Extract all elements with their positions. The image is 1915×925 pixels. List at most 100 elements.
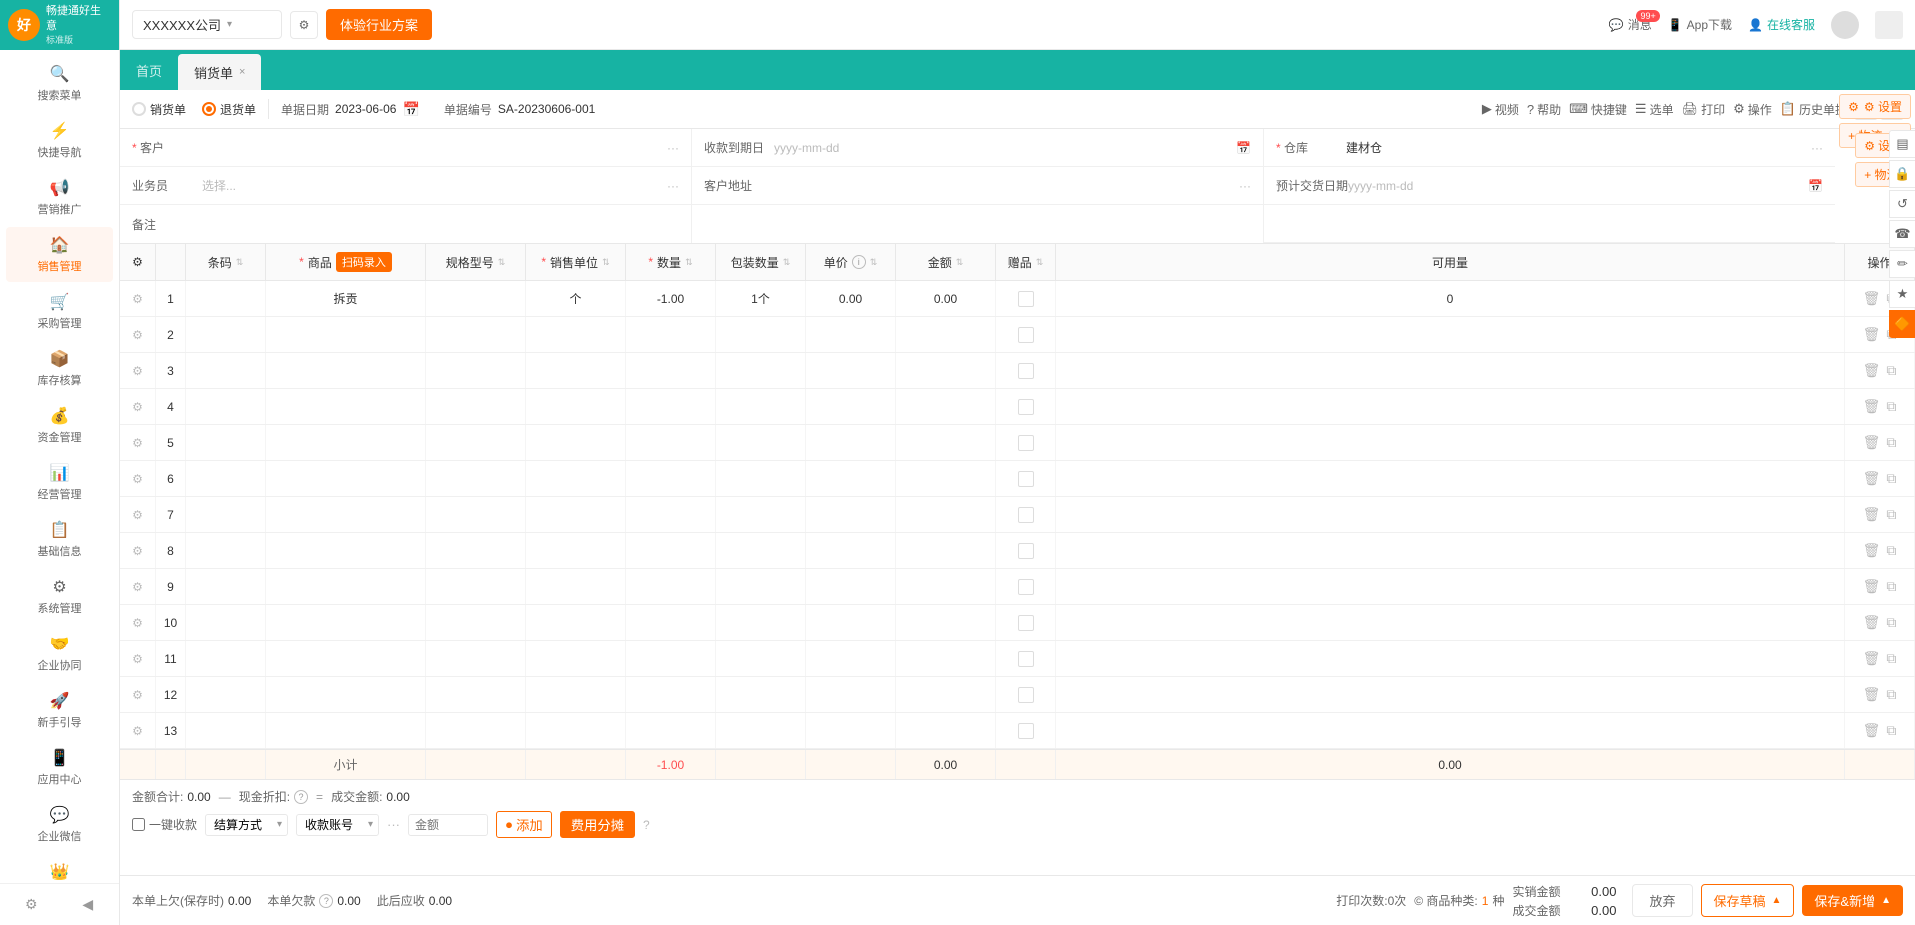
expected-date-input[interactable]: yyyy-mm-dd 📅: [1348, 179, 1823, 193]
fee-split-btn[interactable]: 费用分摊: [560, 811, 635, 838]
trial-button[interactable]: 体验行业方案: [326, 9, 432, 40]
row1-product[interactable]: 拆贡: [266, 281, 426, 316]
payment-amount-input[interactable]: [408, 814, 488, 836]
price-sort-icon[interactable]: ⇅: [870, 257, 878, 268]
qty-sort-icon[interactable]: ⇅: [685, 257, 693, 268]
panel-btn-5[interactable]: ✏: [1889, 250, 1915, 278]
save-new-button[interactable]: 保存&新增 ▲: [1802, 885, 1903, 916]
row2-pkgqty[interactable]: [716, 317, 806, 352]
one-click-pay-check[interactable]: 一键收款: [132, 816, 197, 833]
panel-btn-4[interactable]: ☎: [1889, 220, 1915, 248]
barcode-sort-icon[interactable]: ⇅: [236, 257, 244, 268]
choose-link[interactable]: ☰ 选单: [1635, 101, 1674, 118]
payment-calendar-icon[interactable]: 📅: [1236, 141, 1251, 155]
shortcut-link[interactable]: ⌨ 快捷键: [1569, 101, 1627, 118]
customer-addr-input[interactable]: ···: [774, 179, 1251, 193]
row2-spec[interactable]: [426, 317, 526, 352]
tab-close-icon[interactable]: ×: [239, 66, 245, 78]
row2-qty[interactable]: [626, 317, 716, 352]
row1-price[interactable]: 0.00: [806, 281, 896, 316]
sidebar-item-marketing[interactable]: 📢 营销推广: [6, 170, 113, 225]
panel-btn-2[interactable]: 🔒: [1889, 160, 1915, 188]
header-settings-btn[interactable]: ⚙: [290, 11, 318, 39]
price-info-icon[interactable]: i: [852, 255, 866, 269]
operate-link[interactable]: ⚙ 操作: [1733, 101, 1772, 118]
sidebar-item-member[interactable]: 👑 畅会员: [6, 854, 113, 883]
scan-btn[interactable]: 扫码录入: [336, 252, 392, 272]
addr-dots-icon[interactable]: ···: [1239, 179, 1251, 193]
fee-help-icon[interactable]: ?: [643, 818, 650, 832]
print-link[interactable]: 🖨 打印: [1682, 101, 1726, 118]
radio-return[interactable]: 退货单: [202, 101, 256, 118]
payment-method-select[interactable]: 结算方式: [205, 814, 288, 836]
salesperson-dots-icon[interactable]: ···: [667, 179, 679, 193]
row1-barcode[interactable]: [186, 281, 266, 316]
sidebar-item-enterprise[interactable]: 🤝 企业协同: [6, 626, 113, 681]
panel-btn-orange[interactable]: 🔶: [1889, 310, 1915, 338]
tab-sale-order[interactable]: 销货单 ×: [178, 54, 261, 90]
row1-gift[interactable]: [996, 281, 1056, 316]
row1-spec[interactable]: [426, 281, 526, 316]
panel-btn-6[interactable]: ★: [1889, 280, 1915, 308]
sidebar-item-appstore[interactable]: 📱 应用中心: [6, 740, 113, 795]
row1-pkgqty[interactable]: 1个: [716, 281, 806, 316]
user-avatar[interactable]: [1831, 11, 1859, 39]
row2-gift-checkbox[interactable]: [1018, 327, 1034, 343]
sidebar-item-operations[interactable]: 📊 经营管理: [6, 455, 113, 510]
expected-calendar-icon[interactable]: 📅: [1808, 179, 1823, 193]
panel-btn-3[interactable]: ↺: [1889, 190, 1915, 218]
sidebar-settings-btn[interactable]: ⚙: [6, 892, 57, 917]
row1-amount[interactable]: 0.00: [896, 281, 996, 316]
radio-sale[interactable]: 销货单: [132, 101, 186, 118]
th-settings[interactable]: ⚙: [120, 244, 156, 280]
sidebar-item-finance[interactable]: 💰 资金管理: [6, 398, 113, 453]
payment-account-select[interactable]: 收款账号: [296, 814, 379, 836]
company-selector[interactable]: XXXXXX公司 ▾: [132, 10, 282, 39]
sidebar-collapse-btn[interactable]: ◀: [63, 892, 114, 917]
cash-discount-info-icon[interactable]: ?: [294, 790, 308, 804]
save-draft-button[interactable]: 保存草稿 ▲: [1701, 884, 1795, 917]
sidebar-item-sales[interactable]: 🏠 销售管理: [6, 227, 113, 282]
row2-unit[interactable]: [526, 317, 626, 352]
row2-settings[interactable]: ⚙: [120, 317, 156, 352]
row2-delete-icon[interactable]: 🗑: [1863, 326, 1881, 343]
warehouse-dots-icon[interactable]: ···: [1811, 141, 1823, 155]
abandon-button[interactable]: 放弃: [1632, 884, 1692, 917]
sidebar-item-guide[interactable]: 🚀 新手引导: [6, 683, 113, 738]
sidebar-item-system[interactable]: ⚙ 系统管理: [6, 569, 113, 624]
row1-unit[interactable]: 个: [526, 281, 626, 316]
payment-due-input[interactable]: yyyy-mm-dd 📅: [774, 141, 1251, 155]
customer-input[interactable]: ···: [202, 141, 679, 155]
customer-dots-icon[interactable]: ···: [667, 141, 679, 155]
row2-barcode[interactable]: [186, 317, 266, 352]
message-btn[interactable]: 💬 消息 99+: [1609, 16, 1652, 33]
payment-dots-icon[interactable]: ···: [387, 817, 400, 832]
user-menu-btn[interactable]: [1875, 11, 1903, 39]
add-payment-btn[interactable]: ● 添加: [496, 811, 552, 838]
amount-sort-icon[interactable]: ⇅: [956, 257, 964, 268]
online-service-btn[interactable]: 👤 在线客服: [1748, 16, 1815, 33]
warehouse-input[interactable]: 建材仓 ···: [1346, 139, 1823, 156]
sidebar-item-inventory[interactable]: 📦 库存核算: [6, 341, 113, 396]
pkgqty-sort-icon[interactable]: ⇅: [783, 257, 791, 268]
one-click-pay-checkbox[interactable]: [132, 818, 145, 831]
tab-home[interactable]: 首页: [120, 50, 178, 90]
help-link[interactable]: ? 帮助: [1527, 101, 1561, 118]
app-download-btn[interactable]: 📱 App下载: [1668, 16, 1732, 33]
row1-settings[interactable]: ⚙: [120, 281, 156, 316]
row2-gift[interactable]: [996, 317, 1056, 352]
gift-sort-icon[interactable]: ⇅: [1036, 257, 1044, 268]
row1-delete-icon[interactable]: 🗑: [1863, 290, 1881, 307]
settings-button[interactable]: ⚙ ⚙ 设置: [1839, 94, 1911, 119]
sidebar-item-wechat[interactable]: 💬 企业微信: [6, 797, 113, 852]
row1-gift-checkbox[interactable]: [1018, 291, 1034, 307]
total-owe-info-icon[interactable]: ?: [319, 894, 333, 908]
sidebar-item-purchase[interactable]: 🛒 采购管理: [6, 284, 113, 339]
panel-btn-1[interactable]: ▤: [1889, 130, 1915, 158]
sidebar-item-basic[interactable]: 📋 基础信息: [6, 512, 113, 567]
row2-amount[interactable]: [896, 317, 996, 352]
spec-sort-icon[interactable]: ⇅: [498, 257, 506, 268]
unit-sort-icon[interactable]: ⇅: [602, 257, 610, 268]
video-link[interactable]: ▶ 视频: [1482, 101, 1519, 118]
sidebar-item-quick-nav[interactable]: ⚡ 快捷导航: [6, 113, 113, 168]
